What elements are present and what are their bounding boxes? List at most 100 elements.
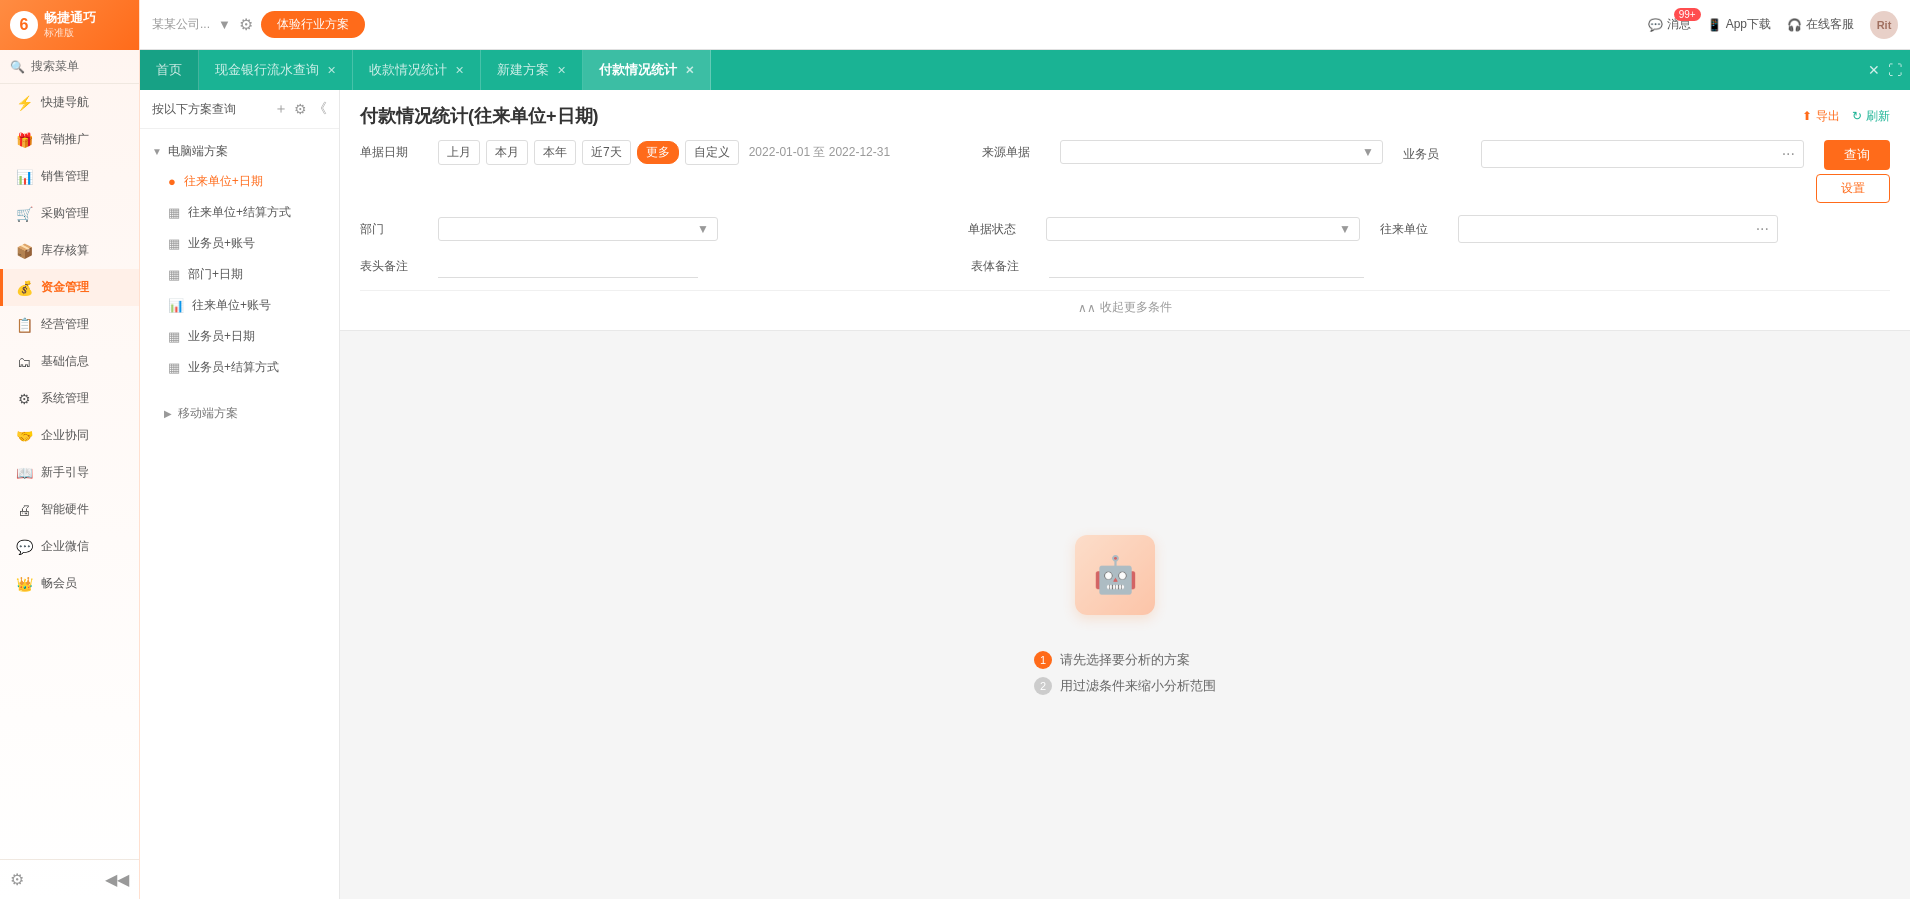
export-icon: ⬆ (1802, 109, 1812, 123)
tab-maximize-icon[interactable]: ⛶ (1888, 62, 1902, 78)
refresh-button[interactable]: ↻ 刷新 (1852, 108, 1890, 125)
body-note-input[interactable] (1049, 255, 1365, 278)
sidebar-item-quick-nav[interactable]: ⚡ 快捷导航 (0, 84, 139, 121)
sidebar-item-label: 智能硬件 (41, 501, 89, 518)
sidebar-item-capital[interactable]: 💰 资金管理 (0, 269, 139, 306)
partner-date-icon: ● (168, 174, 176, 189)
sidebar-item-operations[interactable]: 📋 经营管理 (0, 306, 139, 343)
receipt-stats-tab-close-icon[interactable]: ✕ (455, 64, 464, 77)
schema-item-partner-settlement[interactable]: ▦ 往来单位+结算方式 (140, 197, 339, 228)
content-area: 按以下方案查询 ＋ ⚙ 《 ▼ 电脑端方案 ● 往来单位+日期 (140, 90, 1910, 899)
sidebar-item-hardware[interactable]: 🖨 智能硬件 (0, 491, 139, 528)
sidebar-logo: 6 畅捷通巧 标准版 (0, 0, 139, 50)
search-menu[interactable]: 🔍 搜索菜单 (0, 50, 139, 84)
schema-mobile-section: ▶ 移动端方案 (140, 391, 339, 436)
sidebar-item-label: 基础信息 (41, 353, 89, 370)
sidebar-item-guide[interactable]: 📖 新手引导 (0, 454, 139, 491)
app-download-action[interactable]: 📱 App下载 (1707, 16, 1771, 33)
doc-status-select[interactable]: ▼ (1046, 217, 1360, 241)
schema-item-label: 业务员+账号 (188, 235, 255, 252)
sidebar-item-label: 采购管理 (41, 205, 89, 222)
quick-nav-icon: ⚡ (15, 95, 33, 111)
dept-select[interactable]: ▼ (438, 217, 718, 241)
pc-section-label: 电脑端方案 (168, 143, 228, 160)
dept-filter-label: 部门 (360, 221, 430, 238)
settings-gear-icon[interactable]: ⚙ (239, 15, 253, 34)
tab-new-plan[interactable]: 新建方案 ✕ (481, 50, 583, 90)
schema-collapse-icon[interactable]: 《 (313, 100, 327, 118)
partner-account-icon: 📊 (168, 298, 184, 313)
date-btn-7days[interactable]: 近7天 (582, 140, 631, 165)
date-btn-more[interactable]: 更多 (637, 141, 679, 164)
sidebar-item-system[interactable]: ⚙ 系统管理 (0, 380, 139, 417)
sidebar-item-member[interactable]: 👑 畅会员 (0, 565, 139, 602)
query-button[interactable]: 查询 (1824, 140, 1890, 170)
tab-payment-stats[interactable]: 付款情况统计 ✕ (583, 50, 711, 90)
schema-mobile-title[interactable]: ▶ 移动端方案 (140, 399, 339, 428)
schema-item-dept-date[interactable]: ▦ 部门+日期 (140, 259, 339, 290)
phone-icon: 📱 (1707, 18, 1722, 32)
partner-more-icon[interactable]: ··· (1756, 220, 1769, 238)
header-note-input[interactable] (438, 255, 698, 278)
right-panel: 付款情况统计(往来单位+日期) ⬆ 导出 ↻ 刷新 (340, 90, 1910, 899)
bank-flow-tab-close-icon[interactable]: ✕ (327, 64, 336, 77)
online-service-action[interactable]: 🎧 在线客服 (1787, 16, 1854, 33)
schema-pc-title[interactable]: ▼ 电脑端方案 (140, 137, 339, 166)
tab-receipt-stats[interactable]: 收款情况统计 ✕ (353, 50, 481, 90)
schema-add-icon[interactable]: ＋ (274, 100, 288, 118)
message-icon: 💬 (1648, 18, 1663, 32)
sidebar-item-basics[interactable]: 🗂 基础信息 (0, 343, 139, 380)
hardware-icon: 🖨 (15, 502, 33, 518)
schema-item-staff-date[interactable]: ▦ 业务员+日期 (140, 321, 339, 352)
schema-settings-icon[interactable]: ⚙ (294, 101, 307, 117)
dept-dropdown-icon: ▼ (697, 222, 709, 236)
partner-select[interactable]: ··· (1458, 215, 1778, 243)
tab-close-all-icon[interactable]: ✕ (1868, 62, 1880, 78)
sidebar-item-purchase[interactable]: 🛒 采购管理 (0, 195, 139, 232)
date-btn-custom[interactable]: 自定义 (685, 140, 739, 165)
sidebar-item-wechat[interactable]: 💬 企业微信 (0, 528, 139, 565)
sidebar-item-label: 资金管理 (41, 279, 89, 296)
filter-settings-button[interactable]: 设置 (1816, 174, 1890, 203)
online-service-label: 在线客服 (1806, 16, 1854, 33)
tab-home[interactable]: 首页 (140, 50, 199, 90)
date-btn-last-month[interactable]: 上月 (438, 140, 480, 165)
collapse-more-btn[interactable]: ∧∧ 收起更多条件 (360, 290, 1890, 316)
staff-more-icon[interactable]: ··· (1782, 145, 1795, 163)
app-name: 畅捷通巧 (44, 10, 96, 26)
dropdown-arrow-icon[interactable]: ▼ (218, 17, 231, 32)
footer-collapse-icon[interactable]: ◀◀ (105, 870, 129, 889)
sidebar-item-inventory[interactable]: 📦 库存核算 (0, 232, 139, 269)
topbar: 某某公司... ▼ ⚙ 体验行业方案 💬 消息 99+ 📱 App下载 🎧 在线… (140, 0, 1910, 50)
search-menu-label: 搜索菜单 (31, 58, 79, 75)
footer-settings-icon[interactable]: ⚙ (10, 870, 24, 889)
schema-item-label: 往来单位+结算方式 (188, 204, 291, 221)
empty-state: 🤖 1 请先选择要分析的方案 2 用过滤条件来缩小分析范围 (340, 331, 1910, 899)
staff-select[interactable]: ··· (1481, 140, 1804, 168)
schema-item-partner-date[interactable]: ● 往来单位+日期 (140, 166, 339, 197)
schema-item-partner-account[interactable]: 📊 往来单位+账号 (140, 290, 339, 321)
schema-item-staff-account[interactable]: ▦ 业务员+账号 (140, 228, 339, 259)
schema-item-staff-settlement[interactable]: ▦ 业务员+结算方式 (140, 352, 339, 383)
tab-bank-flow[interactable]: 现金银行流水查询 ✕ (199, 50, 353, 90)
page-title: 付款情况统计(往来单位+日期) (360, 104, 599, 128)
payment-stats-tab-close-icon[interactable]: ✕ (685, 64, 694, 77)
sidebar-item-sales[interactable]: 📊 销售管理 (0, 158, 139, 195)
trial-btn[interactable]: 体验行业方案 (261, 11, 365, 38)
basics-icon: 🗂 (15, 354, 33, 370)
user-avatar[interactable]: Rit (1870, 11, 1898, 39)
notification-action[interactable]: 💬 消息 99+ (1648, 16, 1691, 33)
source-dropdown-icon: ▼ (1362, 145, 1374, 159)
tabbar-actions: ✕ ⛶ (1860, 50, 1910, 90)
sidebar-item-marketing[interactable]: 🎁 营销推广 (0, 121, 139, 158)
new-plan-tab-close-icon[interactable]: ✕ (557, 64, 566, 77)
export-button[interactable]: ⬆ 导出 (1802, 108, 1840, 125)
receipt-stats-tab-label: 收款情况统计 (369, 61, 447, 79)
date-btn-this-year[interactable]: 本年 (534, 140, 576, 165)
app-download-label: App下载 (1726, 16, 1771, 33)
date-btn-this-month[interactable]: 本月 (486, 140, 528, 165)
headset-icon: 🎧 (1787, 18, 1802, 32)
source-select[interactable]: ▼ (1060, 140, 1383, 164)
sidebar-item-label: 系统管理 (41, 390, 89, 407)
sidebar-item-enterprise[interactable]: 🤝 企业协同 (0, 417, 139, 454)
